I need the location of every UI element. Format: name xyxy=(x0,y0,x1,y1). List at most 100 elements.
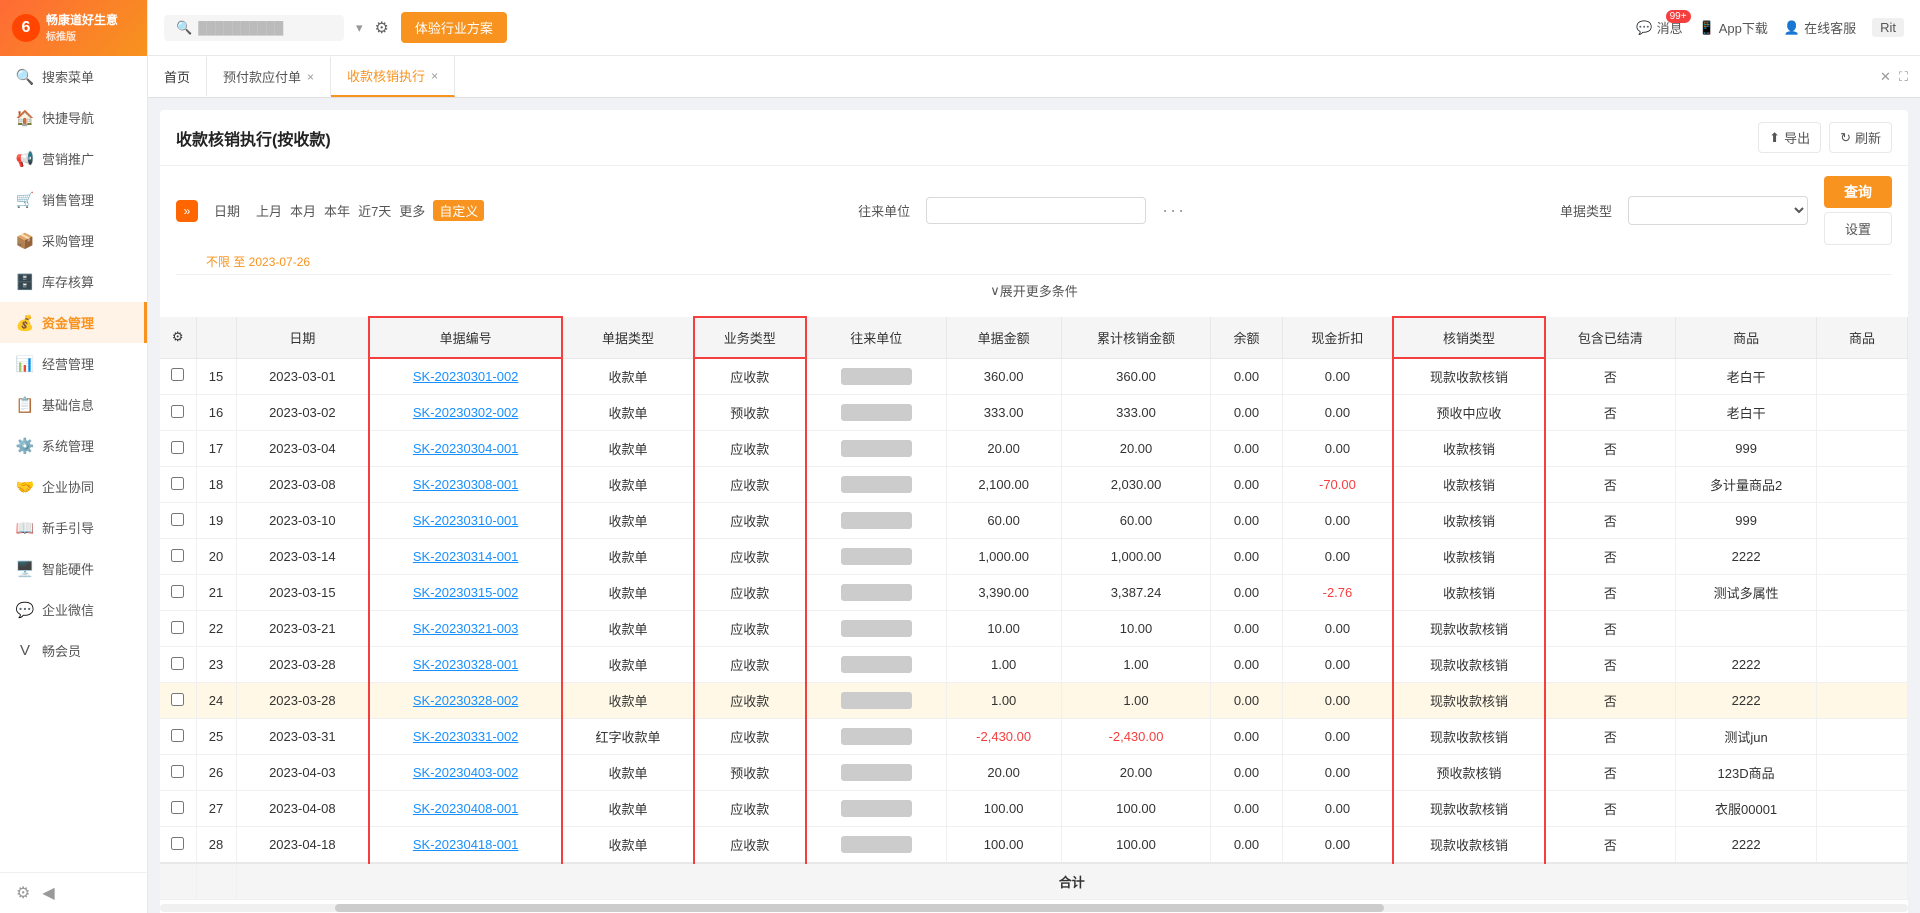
cell-balance: 0.00 xyxy=(1211,791,1282,827)
cell-bill-no: SK-20230328-001 xyxy=(369,647,562,683)
cell-cash-discount: 0.00 xyxy=(1282,647,1393,683)
topbar-search[interactable]: 🔍 ██████████ xyxy=(164,15,344,41)
tab-collection[interactable]: 收款核销执行 × xyxy=(331,56,455,97)
bill-no-link[interactable]: SK-20230301-002 xyxy=(413,369,519,384)
bill-no-link[interactable]: SK-20230314-001 xyxy=(413,549,519,564)
refresh-button[interactable]: ↻ 刷新 xyxy=(1829,122,1892,153)
sidebar-label-inventory: 库存核算 xyxy=(42,272,94,291)
bill-no-link[interactable]: SK-20230308-001 xyxy=(413,477,519,492)
partner-input[interactable] xyxy=(926,197,1146,224)
sidebar-item-basic[interactable]: 📋 基础信息 xyxy=(0,384,147,425)
cell-checkbox[interactable] xyxy=(160,575,196,611)
sidebar-item-guide[interactable]: 📖 新手引导 xyxy=(0,507,147,548)
settings-button[interactable]: 设置 xyxy=(1824,212,1892,245)
sidebar-item-vip[interactable]: V 畅会员 xyxy=(0,630,147,671)
tab-maximize-icon[interactable]: ⛶ xyxy=(1899,69,1908,85)
cell-checkbox[interactable] xyxy=(160,431,196,467)
bill-no-link[interactable]: SK-20230304-001 xyxy=(413,441,519,456)
industry-solution-button[interactable]: 体验行业方案 xyxy=(401,12,507,43)
cell-index: 23 xyxy=(196,647,236,683)
sidebar-item-inventory[interactable]: 🗄️ 库存核算 xyxy=(0,261,147,302)
tab-home-label: 首页 xyxy=(164,67,190,86)
cell-checkbox[interactable] xyxy=(160,358,196,395)
cell-cancel-type: 现款收款核销 xyxy=(1393,827,1544,864)
bill-no-link[interactable]: SK-20230321-003 xyxy=(413,621,519,636)
sidebar-item-purchase[interactable]: 📦 采购管理 xyxy=(0,220,147,261)
cell-checkbox[interactable] xyxy=(160,395,196,431)
expand-conditions-button[interactable]: ∨ 展开更多条件 xyxy=(176,274,1892,306)
date-this-month[interactable]: 本月 xyxy=(290,201,316,220)
bill-type-select[interactable] xyxy=(1628,196,1808,225)
bill-no-link[interactable]: SK-20230302-002 xyxy=(413,405,519,420)
user-profile[interactable]: Rit xyxy=(1872,18,1904,37)
cell-biz-type: 应收款 xyxy=(694,827,806,864)
col-settings[interactable]: ⚙ xyxy=(160,317,196,358)
sidebar-item-search[interactable]: 🔍 搜索菜单 xyxy=(0,56,147,97)
col-bill-amount: 单据金额 xyxy=(946,317,1061,358)
cell-checkbox[interactable] xyxy=(160,467,196,503)
messages-button[interactable]: 💬 消息 99+ xyxy=(1636,18,1682,37)
cell-checkbox[interactable] xyxy=(160,827,196,864)
query-button[interactable]: 查询 xyxy=(1824,176,1892,208)
cell-bill-type: 收款单 xyxy=(562,395,694,431)
cell-checkbox[interactable] xyxy=(160,719,196,755)
export-button[interactable]: ⬆ 导出 xyxy=(1758,122,1821,153)
bill-no-link[interactable]: SK-20230310-001 xyxy=(413,513,519,528)
table-row: 22 2023-03-21 SK-20230321-003 收款单 应收款 ██… xyxy=(160,611,1908,647)
date-7days[interactable]: 近7天 xyxy=(358,201,391,220)
tab-prepay[interactable]: 预付款应付单 × xyxy=(207,57,331,96)
sidebar-item-marketing[interactable]: 📢 营销推广 xyxy=(0,138,147,179)
cell-checkbox[interactable] xyxy=(160,503,196,539)
online-service-button[interactable]: 👤 在线客服 xyxy=(1784,18,1856,37)
collapse-icon[interactable]: ◀ xyxy=(42,883,54,903)
cell-checkbox[interactable] xyxy=(160,683,196,719)
sidebar-item-enterprise[interactable]: 🤝 企业协同 xyxy=(0,466,147,507)
sidebar-item-sales[interactable]: 🛒 销售管理 xyxy=(0,179,147,220)
col-index xyxy=(196,317,236,358)
sidebar-item-system[interactable]: ⚙️ 系统管理 xyxy=(0,425,147,466)
sidebar-item-finance[interactable]: 💰 资金管理 xyxy=(0,302,147,343)
bill-no-link[interactable]: SK-20230315-002 xyxy=(413,585,519,600)
sidebar-item-hardware[interactable]: 🖥️ 智能硬件 xyxy=(0,548,147,589)
sidebar-item-wechat[interactable]: 💬 企业微信 xyxy=(0,589,147,630)
tab-home[interactable]: 首页 xyxy=(148,57,207,96)
topbar-dropdown-icon[interactable]: ▾ xyxy=(356,20,363,36)
date-this-year[interactable]: 本年 xyxy=(324,201,350,220)
cell-date: 2023-04-03 xyxy=(236,755,369,791)
bill-no-link[interactable]: SK-20230328-001 xyxy=(413,657,519,672)
filter-toggle-button[interactable]: » xyxy=(176,200,198,222)
cell-include-settled: 否 xyxy=(1545,467,1676,503)
scrollbar-thumb[interactable] xyxy=(335,904,1384,912)
horizontal-scrollbar[interactable] xyxy=(160,904,1908,912)
tab-prepay-close-icon[interactable]: × xyxy=(307,70,314,84)
date-custom[interactable]: 自定义 xyxy=(433,200,484,221)
tab-collection-close-icon[interactable]: × xyxy=(431,69,438,83)
cell-checkbox[interactable] xyxy=(160,755,196,791)
bill-no-link[interactable]: SK-20230418-001 xyxy=(413,837,519,852)
sidebar-item-quicknav[interactable]: 🏠 快捷导航 xyxy=(0,97,147,138)
bill-no-link[interactable]: SK-20230403-002 xyxy=(413,765,519,780)
cell-cash-discount: 0.00 xyxy=(1282,395,1393,431)
cell-checkbox[interactable] xyxy=(160,791,196,827)
tab-close-all-icon[interactable]: ✕ xyxy=(1880,69,1891,85)
app-download-button[interactable]: 📱 App下载 xyxy=(1699,18,1768,37)
cell-partner: ██████ xyxy=(806,539,946,575)
sidebar-label-enterprise: 企业协同 xyxy=(42,477,94,496)
cell-partner: ██████ xyxy=(806,358,946,395)
cell-goods: 123D商品 xyxy=(1676,755,1817,791)
cell-checkbox[interactable] xyxy=(160,647,196,683)
date-more[interactable]: 更多 xyxy=(399,201,425,220)
bill-no-link[interactable]: SK-20230331-002 xyxy=(413,729,519,744)
bill-no-link[interactable]: SK-20230328-002 xyxy=(413,693,519,708)
settings-icon[interactable]: ⚙ xyxy=(16,883,30,903)
cell-accum-amount: 1.00 xyxy=(1061,683,1211,719)
bill-no-link[interactable]: SK-20230408-001 xyxy=(413,801,519,816)
cell-checkbox[interactable] xyxy=(160,611,196,647)
topbar-gear-icon[interactable]: ⚙ xyxy=(375,18,389,38)
cell-goods2 xyxy=(1817,503,1908,539)
date-last-month[interactable]: 上月 xyxy=(256,201,282,220)
cell-checkbox[interactable] xyxy=(160,539,196,575)
sidebar-item-operations[interactable]: 📊 经营管理 xyxy=(0,343,147,384)
cell-bill-amount: 1.00 xyxy=(946,647,1061,683)
cell-accum-amount: 360.00 xyxy=(1061,358,1211,395)
